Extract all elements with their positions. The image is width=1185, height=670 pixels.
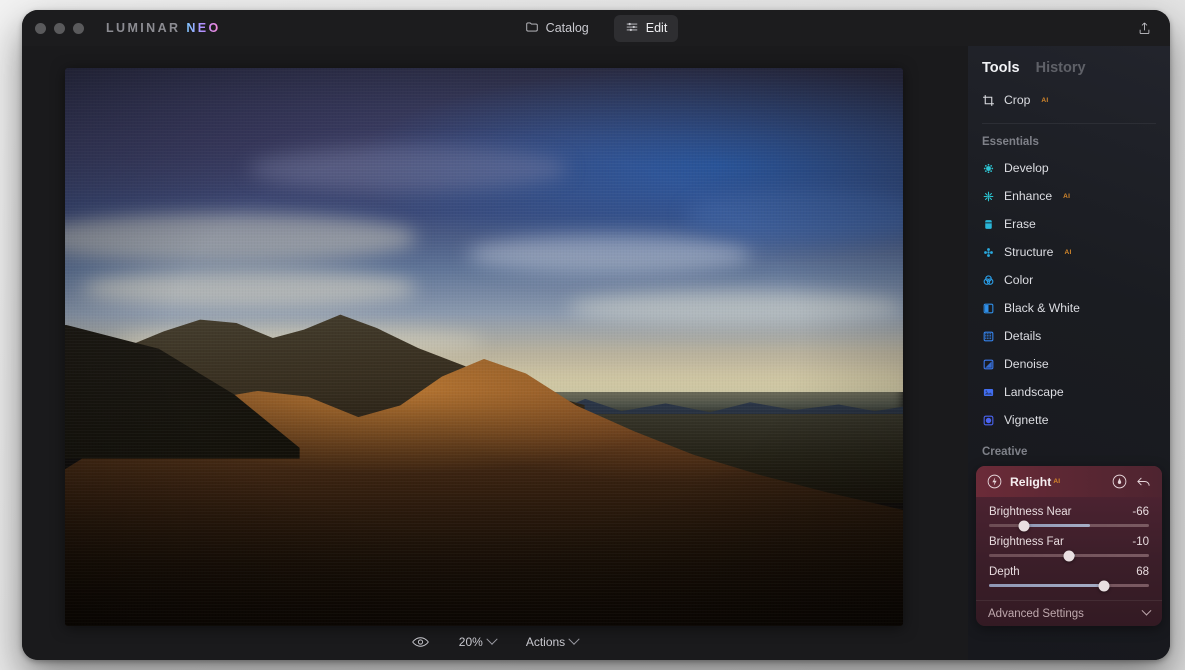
tool-vignette[interactable]: Vignette [968,406,1170,434]
tool-erase[interactable]: Erase [968,210,1170,238]
slider-value: -10 [1132,536,1149,548]
vignette-icon [982,414,995,427]
eye-icon[interactable] [412,635,429,649]
zoom-level-dropdown[interactable]: 20% [459,635,496,649]
tool-develop[interactable]: Develop [968,154,1170,182]
app-window: LUMINAR NEO Catalog Edit [22,10,1170,660]
section-creative-label: Creative [968,434,1170,464]
advanced-settings-label: Advanced Settings [988,608,1084,620]
sliders-icon [625,20,639,37]
chevron-down-icon [486,634,497,645]
tool-enhance[interactable]: Enhance AI [968,182,1170,210]
chevron-down-icon [569,634,580,645]
ai-badge: AI [1041,97,1048,104]
slider-fill [1024,524,1090,527]
photo-vignette [65,68,903,626]
tab-catalog-label: Catalog [546,21,589,35]
tool-label: Details [1004,329,1041,343]
slider-label: Brightness Far [989,536,1064,548]
structure-icon [982,246,995,259]
slider-thumb[interactable] [1099,580,1110,591]
develop-icon [982,162,995,175]
slider-brightness-far[interactable]: Brightness Far -10 [976,527,1162,557]
tab-catalog[interactable]: Catalog [514,15,600,42]
tools-panel: Tools History Crop AI Essentials Develop… [968,46,1170,660]
tab-edit[interactable]: Edit [614,15,679,42]
tool-label: Black & White [1004,301,1080,315]
erase-icon [982,218,995,231]
slider-track[interactable] [989,554,1149,557]
enhance-icon [982,190,995,203]
ai-badge: AI [1053,478,1060,485]
bottom-toolbar: 20% Actions [22,624,968,660]
ai-badge: AI [1064,249,1071,256]
color-icon [982,274,995,287]
advanced-settings-row[interactable]: Advanced Settings [976,600,1162,626]
canvas-area: 20% Actions [22,46,968,660]
tool-crop[interactable]: Crop AI [968,86,1170,114]
tool-structure[interactable]: Structure AI [968,238,1170,266]
denoise-icon [982,358,995,371]
slider-track[interactable] [989,524,1149,527]
slider-label: Depth [989,566,1020,578]
slider-value: -66 [1132,506,1149,518]
details-icon [982,330,995,343]
app-logo: LUMINAR NEO [106,21,221,35]
tool-label: Color [1004,273,1033,287]
tool-label: Develop [1004,161,1049,175]
tool-crop-label: Crop [1004,93,1030,107]
tab-history[interactable]: History [1036,60,1086,76]
relight-header[interactable]: Relight AI [976,466,1162,497]
brand-accent: NEO [186,21,220,35]
tool-landscape[interactable]: Landscape [968,378,1170,406]
mask-icon[interactable] [1111,473,1128,490]
relight-title: Relight [1010,475,1051,489]
landscape-icon [982,386,995,399]
traffic-light-buttons [35,23,84,34]
tool-details[interactable]: Details [968,322,1170,350]
slider-brightness-near[interactable]: Brightness Near -66 [976,497,1162,527]
tool-label: Landscape [1004,385,1064,399]
tool-label: Structure [1004,245,1053,259]
section-essentials-label: Essentials [968,124,1170,154]
tool-color[interactable]: Color [968,266,1170,294]
tool-label: Vignette [1004,413,1049,427]
tool-denoise[interactable]: Denoise [968,350,1170,378]
photo-preview[interactable] [65,68,903,626]
tab-edit-label: Edit [646,21,668,35]
ai-badge: AI [1063,193,1070,200]
panel-tab-group: Tools History [968,46,1170,76]
crop-icon [982,94,995,107]
actions-label: Actions [526,635,565,649]
tool-label: Enhance [1004,189,1052,203]
reset-undo-icon[interactable] [1135,473,1152,490]
tool-label: Erase [1004,217,1036,231]
folder-icon [525,20,539,37]
relight-tool-card: Relight AI Brightness Near-66Brightness … [976,466,1162,626]
bw-icon [982,302,995,315]
slider-thumb[interactable] [1064,550,1075,561]
slider-depth[interactable]: Depth 68 [976,557,1162,587]
slider-label: Brightness Near [989,506,1071,518]
close-button[interactable] [35,23,46,34]
minimize-button[interactable] [54,23,65,34]
zoom-level-value: 20% [459,635,483,649]
tab-tools[interactable]: Tools [982,60,1020,76]
maximize-button[interactable] [73,23,84,34]
share-export-icon[interactable] [1132,16,1156,40]
tool-label: Denoise [1004,357,1049,371]
essentials-tool-list: Develop Enhance AI Erase Structure AI Color Bla… [968,154,1170,434]
slider-track[interactable] [989,584,1149,587]
chevron-down-icon [1142,606,1152,616]
relight-flash-icon [986,473,1003,490]
brand-name: LUMINAR [106,21,180,35]
actions-dropdown[interactable]: Actions [526,635,578,649]
relight-slider-list: Brightness Near -66 Brightness Far -10 Depth… [976,497,1162,587]
slider-fill [989,584,1104,587]
slider-value: 68 [1136,566,1149,578]
tool-black-white[interactable]: Black & White [968,294,1170,322]
slider-thumb[interactable] [1019,520,1030,531]
